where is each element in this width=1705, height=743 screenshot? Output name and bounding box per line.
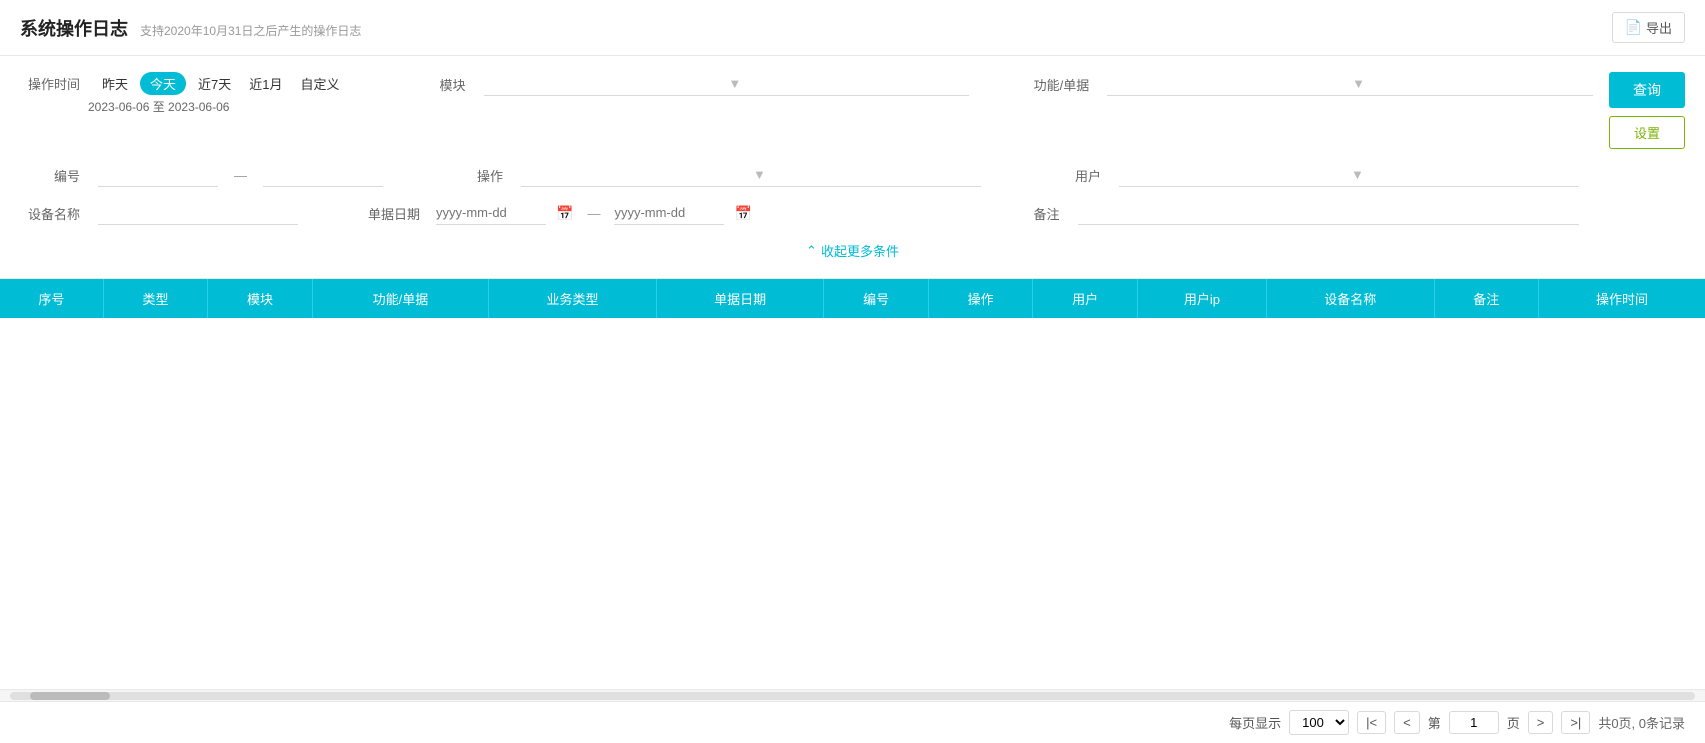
time-label: 操作时间 <box>20 74 80 93</box>
time-opt-today[interactable]: 今天 <box>140 72 186 95</box>
table-container: 序号 类型 模块 功能/单据 业务类型 单据日期 编号 操作 用户 用户ip 设… <box>0 279 1705 689</box>
filter-row-1: 操作时间 昨天 今天 近7天 近1月 自定义 2023-06-06 至 2023… <box>20 72 1685 149</box>
module-arrow-icon: ▼ <box>728 76 969 91</box>
voucher-date-filter: 单据日期 📅 — 📅 <box>360 201 940 225</box>
operation-filter: 操作 ▼ <box>443 163 981 187</box>
num-filter: 编号 — <box>20 163 383 187</box>
feature-arrow-icon: ▼ <box>1352 76 1593 91</box>
col-operation: 操作 <box>928 279 1032 318</box>
collapse-row: ⌃ 收起更多条件 <box>20 235 1685 266</box>
col-user: 用户 <box>1033 279 1137 318</box>
num-dash: — <box>234 168 247 183</box>
total-info: 共0页, 0条记录 <box>1598 713 1685 732</box>
num-start-input[interactable] <box>98 163 218 187</box>
operation-arrow-icon: ▼ <box>753 167 981 182</box>
page-label: 第 <box>1428 713 1441 732</box>
calendar-end-icon[interactable]: 📅 <box>734 205 751 222</box>
prev-page-button[interactable]: < <box>1394 711 1420 734</box>
module-label: 模块 <box>406 75 466 94</box>
col-module: 模块 <box>208 279 312 318</box>
col-biz-type: 业务类型 <box>489 279 657 318</box>
time-opt-1month[interactable]: 近1月 <box>243 72 288 95</box>
next-page-button[interactable]: > <box>1528 711 1554 734</box>
collapse-label: 收起更多条件 <box>821 241 899 260</box>
time-filter-top: 操作时间 昨天 今天 近7天 近1月 自定义 <box>20 72 346 95</box>
user-arrow-icon: ▼ <box>1351 167 1579 182</box>
num-label: 编号 <box>20 166 80 185</box>
col-num: 编号 <box>824 279 928 318</box>
export-icon: 📄 <box>1625 19 1642 36</box>
operation-label: 操作 <box>443 166 503 185</box>
user-select[interactable]: ▼ <box>1119 163 1579 187</box>
scroll-thumb[interactable] <box>30 692 110 700</box>
query-button[interactable]: 查询 <box>1609 72 1685 108</box>
col-op-time: 操作时间 <box>1539 279 1705 318</box>
remark-label: 备注 <box>1000 204 1060 223</box>
export-label: 导出 <box>1646 18 1672 37</box>
page-title: 系统操作日志 <box>20 15 128 41</box>
calendar-start-icon[interactable]: 📅 <box>556 205 573 222</box>
page-subtitle: 支持2020年10月31日之后产生的操作日志 <box>140 22 361 39</box>
time-opt-yesterday[interactable]: 昨天 <box>96 72 134 95</box>
per-page-label: 每页显示 <box>1229 713 1281 732</box>
date-start-input[interactable] <box>436 201 546 225</box>
action-buttons: 查询 设置 <box>1609 72 1685 149</box>
time-options: 昨天 今天 近7天 近1月 自定义 <box>96 72 346 95</box>
filter-area: 操作时间 昨天 今天 近7天 近1月 自定义 2023-06-06 至 2023… <box>0 56 1705 279</box>
header-left: 系统操作日志 支持2020年10月31日之后产生的操作日志 <box>20 15 361 41</box>
feature-select[interactable]: ▼ <box>1107 72 1593 96</box>
scroll-bar-inner <box>0 690 1705 701</box>
time-opt-custom[interactable]: 自定义 <box>295 72 346 95</box>
pagination-bar: 每页显示 100 50 200 |< < 第 页 > >| 共0页, 0条记录 <box>0 701 1705 743</box>
col-voucher-date: 单据日期 <box>656 279 824 318</box>
user-label: 用户 <box>1041 166 1101 185</box>
time-opt-7days[interactable]: 近7天 <box>192 72 237 95</box>
col-device: 设备名称 <box>1266 279 1434 318</box>
device-label: 设备名称 <box>20 204 80 223</box>
time-filter-group: 操作时间 昨天 今天 近7天 近1月 自定义 2023-06-06 至 2023… <box>20 72 346 115</box>
col-type: 类型 <box>103 279 207 318</box>
date-end-input[interactable] <box>614 201 724 225</box>
feature-filter: 功能/单据 ▼ <box>1029 72 1593 96</box>
time-range-display: 2023-06-06 至 2023-06-06 <box>20 98 346 115</box>
user-filter: 用户 ▼ <box>1041 163 1579 187</box>
settings-button[interactable]: 设置 <box>1609 116 1685 149</box>
feature-label: 功能/单据 <box>1029 75 1089 94</box>
col-feature: 功能/单据 <box>312 279 488 318</box>
device-filter: 设备名称 <box>20 201 300 225</box>
module-select[interactable]: ▼ <box>484 72 970 96</box>
collapse-button[interactable]: ⌃ 收起更多条件 <box>806 241 899 260</box>
num-end-input[interactable] <box>263 163 383 187</box>
per-page-select[interactable]: 100 50 200 <box>1289 710 1349 735</box>
remark-input[interactable] <box>1078 201 1580 225</box>
filter-row-2: 编号 — 操作 ▼ 用户 ▼ <box>20 163 1685 187</box>
last-page-button[interactable]: >| <box>1561 711 1590 734</box>
filter-row-3: 设备名称 单据日期 📅 — 📅 备注 <box>20 201 1685 225</box>
scroll-track[interactable] <box>10 692 1695 700</box>
table-header-row: 序号 类型 模块 功能/单据 业务类型 单据日期 编号 操作 用户 用户ip 设… <box>0 279 1705 318</box>
col-seq: 序号 <box>0 279 103 318</box>
collapse-up-icon: ⌃ <box>806 243 817 259</box>
scroll-bar-area[interactable] <box>0 689 1705 701</box>
page-header: 系统操作日志 支持2020年10月31日之后产生的操作日志 📄 导出 <box>0 0 1705 56</box>
operation-select[interactable]: ▼ <box>521 163 981 187</box>
page-unit: 页 <box>1507 713 1520 732</box>
device-input[interactable] <box>98 201 298 225</box>
first-page-button[interactable]: |< <box>1357 711 1386 734</box>
module-filter: 模块 ▼ <box>406 72 970 96</box>
page-number-input[interactable] <box>1449 711 1499 734</box>
time-range-text: 2023-06-06 至 2023-06-06 <box>88 100 229 114</box>
export-button[interactable]: 📄 导出 <box>1612 12 1685 43</box>
date-dash: — <box>587 206 600 221</box>
col-user-ip: 用户ip <box>1137 279 1266 318</box>
voucher-date-label: 单据日期 <box>360 204 420 223</box>
col-remark: 备注 <box>1434 279 1538 318</box>
remark-filter: 备注 <box>1000 201 1580 225</box>
data-table: 序号 类型 模块 功能/单据 业务类型 单据日期 编号 操作 用户 用户ip 设… <box>0 279 1705 318</box>
